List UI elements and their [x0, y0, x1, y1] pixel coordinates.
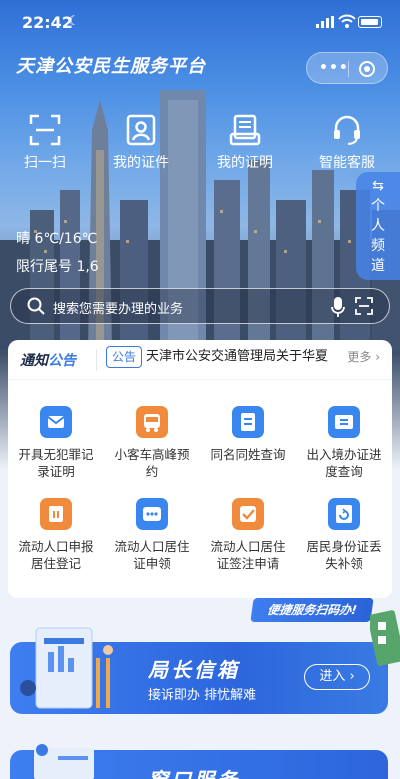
- notice-logo: 通知公告: [20, 350, 76, 370]
- service-label: 小客车高峰预约: [114, 447, 190, 479]
- my-id-button[interactable]: 我的证件: [96, 114, 186, 172]
- service-item[interactable]: 同名同姓查询: [200, 406, 296, 463]
- service-label: 流动人口申报居住登记: [18, 539, 94, 571]
- search-icon: [27, 297, 45, 315]
- plate-restriction-text: 限行尾号 1,6: [16, 259, 99, 275]
- service-item[interactable]: 开具无犯罪记录证明: [8, 406, 104, 480]
- search-scan-icon[interactable]: [355, 297, 373, 315]
- notice-text[interactable]: 天津市公安交通管理局关于华夏: [146, 347, 346, 367]
- service-label: 同名同姓查询: [210, 447, 286, 462]
- notice-logo-a: 通知: [20, 353, 48, 369]
- grid-pager: [188, 589, 206, 598]
- service-label: 居民身份证丢失补领: [306, 539, 382, 571]
- enter-button[interactable]: 进入 ›: [304, 664, 370, 690]
- service-item[interactable]: 流动人口居住证申领: [104, 498, 200, 572]
- service-item[interactable]: 流动人口申报居住登记: [8, 498, 104, 572]
- qr-code-icon: [370, 610, 400, 666]
- id-card-icon: [126, 114, 156, 146]
- bus-icon: [136, 406, 168, 438]
- status-time: 22:42: [22, 13, 73, 32]
- certificate-icon: [229, 114, 261, 146]
- search-bar[interactable]: 搜索您需要办理的业务: [10, 288, 390, 324]
- moon-icon: ☾: [68, 14, 80, 29]
- quick-service-tag: 便捷服务扫码办!: [250, 598, 374, 622]
- more-icon[interactable]: •••: [319, 60, 349, 76]
- window-service-title: 窗口服务: [148, 764, 240, 779]
- mini-program-capsule[interactable]: •••: [306, 52, 388, 84]
- service-item[interactable]: 小客车高峰预约: [104, 406, 200, 480]
- app-title: 天津公安民生服务平台: [16, 56, 206, 77]
- smart-service-button[interactable]: 智能客服: [302, 114, 392, 172]
- service-label: 出入境办证进度查询: [306, 447, 382, 479]
- service-item[interactable]: 流动人口居住证签注申请: [200, 498, 296, 572]
- scan-label: 扫一扫: [24, 155, 66, 171]
- notice-bar[interactable]: 通知公告 公告 天津市公安交通管理局关于华夏 更多 ›: [8, 340, 392, 380]
- service-item[interactable]: 居民身份证丢失补领: [296, 498, 392, 572]
- service-label: 流动人口居住证签注申请: [210, 539, 286, 571]
- refresh-icon: [328, 498, 360, 530]
- headset-icon: [334, 115, 360, 145]
- my-certificate-button[interactable]: 我的证明: [200, 114, 290, 172]
- mail-icon: [40, 406, 72, 438]
- notice-more-link[interactable]: 更多 ›: [345, 347, 380, 367]
- dots-card-icon: [136, 498, 168, 530]
- personal-channel-label: 个人频道: [371, 198, 385, 274]
- service-item[interactable]: 出入境办证进度查询: [296, 406, 392, 480]
- scan-icon: [29, 114, 61, 146]
- my-certificate-label: 我的证明: [217, 155, 273, 171]
- window-service-illustration: [34, 744, 94, 779]
- ticket-icon: [328, 406, 360, 438]
- mailbox-subtitle: 接诉即办 排忧解难: [148, 688, 257, 703]
- notice-divider: [96, 349, 97, 371]
- search-placeholder[interactable]: 搜索您需要办理的业务: [53, 298, 183, 317]
- list-icon: [232, 406, 264, 438]
- signal-icon: [316, 16, 334, 28]
- check-icon: [232, 498, 264, 530]
- battery-icon: [358, 16, 382, 28]
- close-target-icon[interactable]: [359, 61, 375, 77]
- microphone-icon[interactable]: [331, 297, 345, 317]
- service-card: 通知公告 公告 天津市公安交通管理局关于华夏 更多 › 开具无犯罪记录证明 小客…: [8, 340, 392, 598]
- personal-channel-button[interactable]: ⇆ 个人频道: [356, 172, 400, 280]
- mailbox-illustration: [20, 627, 113, 709]
- wifi-icon: [338, 14, 356, 28]
- notice-tag: 公告: [106, 346, 143, 368]
- mailbox-title: 局长信箱: [148, 658, 240, 682]
- weather-text: 晴 6℃/16℃: [16, 231, 98, 247]
- smart-service-label: 智能客服: [319, 155, 375, 171]
- my-id-label: 我的证件: [113, 155, 169, 171]
- swap-icon: ⇆: [372, 178, 384, 194]
- house-icon: [40, 498, 72, 530]
- notice-logo-b: 公告: [48, 353, 76, 369]
- top-actions: 扫一扫 我的证件 我的证明 智能客服: [0, 114, 400, 174]
- capsule-divider: [348, 61, 349, 77]
- status-bar: 22:42 ☾: [0, 0, 400, 44]
- service-label: 流动人口居住证申领: [114, 539, 190, 571]
- scan-button[interactable]: 扫一扫: [0, 114, 90, 172]
- service-label: 开具无犯罪记录证明: [18, 447, 94, 479]
